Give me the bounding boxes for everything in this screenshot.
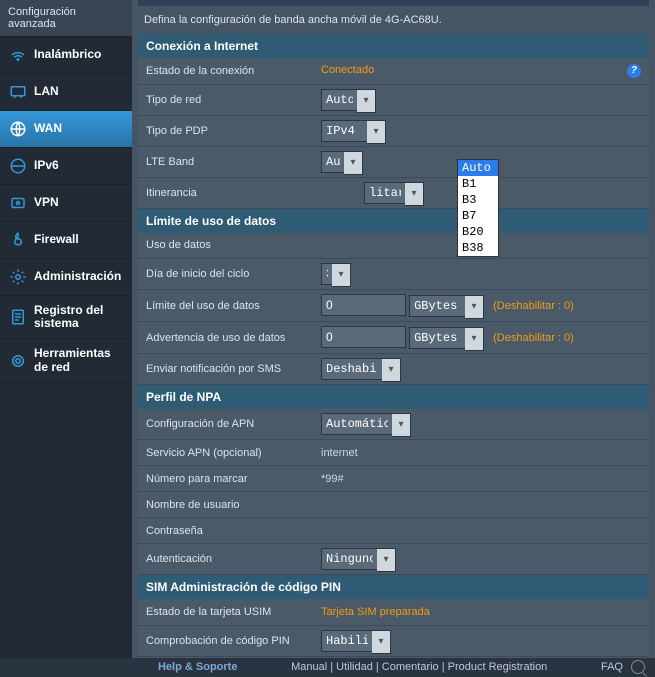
tools-icon	[8, 351, 28, 371]
data-limit-hint: (Deshabilitar : 0)	[493, 300, 574, 312]
page-description: Defina la configuración de banda ancha m…	[138, 6, 649, 34]
lte-band-option[interactable]: B3	[458, 192, 498, 208]
wifi-icon	[8, 45, 28, 65]
log-icon	[8, 307, 28, 327]
sidebar-item-label: WAN	[34, 122, 124, 135]
lan-icon	[8, 82, 28, 102]
sidebar-item-nettools[interactable]: Herramientas de red	[0, 339, 132, 382]
sidebar-item-wireless[interactable]: Inalámbrico	[0, 37, 132, 74]
connection-table: Estado de la conexión Conectado ? Tipo d…	[138, 58, 649, 209]
sidebar: Configuración avanzada Inalámbrico LAN W…	[0, 0, 132, 676]
sidebar-item-label: Registro del sistema	[34, 304, 124, 330]
cycle-start-select[interactable]: 31	[321, 263, 351, 285]
lte-band-option[interactable]: Auto	[458, 160, 498, 176]
section-sim-header: SIM Administración de código PIN	[138, 575, 649, 599]
sms-notify-select[interactable]: Deshabilitar	[321, 358, 401, 380]
firewall-icon	[8, 230, 28, 250]
sidebar-item-admin[interactable]: Administración	[0, 259, 132, 296]
sidebar-item-vpn[interactable]: VPN	[0, 185, 132, 222]
section-datalimit-header: Límite de uso de datos	[138, 209, 649, 233]
dial-number-label: Número para marcar	[138, 466, 313, 492]
net-type-label: Tipo de red	[138, 84, 313, 115]
lte-band-select[interactable]: Auto	[321, 151, 363, 173]
sidebar-item-label: LAN	[34, 85, 124, 98]
vpn-icon	[8, 193, 28, 213]
footer-help-link[interactable]: Help & Soporte	[10, 661, 237, 673]
sidebar-item-wan[interactable]: WAN	[0, 111, 132, 148]
roaming-label: Itinerancia	[138, 177, 313, 208]
npa-table: Configuración de APN Automático Servicio…	[138, 409, 649, 575]
sidebar-item-label: VPN	[34, 196, 124, 209]
sidebar-item-firewall[interactable]: Firewall	[0, 222, 132, 259]
sidebar-item-syslog[interactable]: Registro del sistema	[0, 296, 132, 339]
lte-band-option[interactable]: B38	[458, 240, 498, 256]
data-limit-unit-select[interactable]: GBytes	[409, 295, 484, 317]
sidebar-title: Configuración avanzada	[0, 0, 132, 37]
connection-status-value: Conectado	[321, 64, 374, 76]
pdp-type-label: Tipo de PDP	[138, 115, 313, 146]
sidebar-item-label: Inalámbrico	[34, 48, 124, 61]
sidebar-item-lan[interactable]: LAN	[0, 74, 132, 111]
help-icon[interactable]: ?	[627, 64, 641, 78]
search-icon[interactable]	[631, 660, 645, 674]
pin-check-label: Comprobación de código PIN	[138, 625, 313, 656]
username-label: Nombre de usuario	[138, 492, 313, 518]
pin-check-select[interactable]: Habilitar	[321, 630, 391, 652]
apn-config-label: Configuración de APN	[138, 409, 313, 440]
data-limit-input[interactable]	[321, 294, 406, 316]
connection-status-label: Estado de la conexión	[138, 58, 313, 84]
auth-select[interactable]: Ninguno	[321, 548, 396, 570]
footer-faq-link[interactable]: FAQ	[601, 661, 623, 673]
data-usage-label: Uso de datos	[138, 233, 313, 259]
cycle-start-label: Día de inicio del ciclo	[138, 259, 313, 290]
sidebar-item-label: Firewall	[34, 233, 124, 246]
lte-band-dropdown[interactable]: Auto B1 B3 B7 B20 B38	[457, 159, 499, 257]
auth-label: Autenticación	[138, 544, 313, 575]
apn-service-label: Servicio APN (opcional)	[138, 440, 313, 466]
data-warn-unit-select[interactable]: GBytes	[409, 327, 484, 349]
data-warn-hint: (Deshabilitar : 0)	[493, 332, 574, 344]
admin-icon	[8, 267, 28, 287]
data-warn-label: Advertencia de uso de datos	[138, 322, 313, 354]
datalimit-table: Uso de datos Día de inicio del ciclo 31 …	[138, 233, 649, 386]
dial-number-value: *99#	[321, 473, 344, 485]
net-type-select[interactable]: Auto	[321, 89, 376, 111]
data-warn-input[interactable]	[321, 326, 406, 348]
sms-notify-label: Enviar notificación por SMS	[138, 354, 313, 385]
data-limit-label: Límite del uso de datos	[138, 290, 313, 322]
main-panel: Defina la configuración de banda ancha m…	[132, 0, 655, 676]
sidebar-item-label: IPv6	[34, 159, 124, 172]
roaming-select[interactable]: litar	[364, 182, 424, 204]
sidebar-item-label: Administración	[34, 270, 124, 283]
section-connection-header: Conexión a Internet	[138, 34, 649, 58]
lte-band-option[interactable]: B7	[458, 208, 498, 224]
lte-band-label: LTE Band	[138, 146, 313, 177]
sidebar-item-ipv6[interactable]: IPv6	[0, 148, 132, 185]
section-npa-header: Perfil de NPA	[138, 385, 649, 409]
footer-links[interactable]: Manual | Utilidad | Comentario | Product…	[291, 661, 547, 673]
apn-config-select[interactable]: Automático	[321, 413, 411, 435]
wan-icon	[8, 119, 28, 139]
ipv6-icon	[8, 156, 28, 176]
footer: Help & Soporte Manual | Utilidad | Comen…	[0, 658, 655, 676]
pdp-type-select[interactable]: IPv4	[321, 120, 386, 142]
usim-state-label: Estado de la tarjeta USIM	[138, 599, 313, 625]
lte-band-option[interactable]: B1	[458, 176, 498, 192]
password-label: Contraseña	[138, 518, 313, 544]
sidebar-item-label: Herramientas de red	[34, 347, 124, 373]
usim-state-value: Tarjeta SIM preparada	[321, 606, 430, 618]
apn-service-value: internet	[321, 447, 358, 459]
lte-band-option[interactable]: B20	[458, 224, 498, 240]
